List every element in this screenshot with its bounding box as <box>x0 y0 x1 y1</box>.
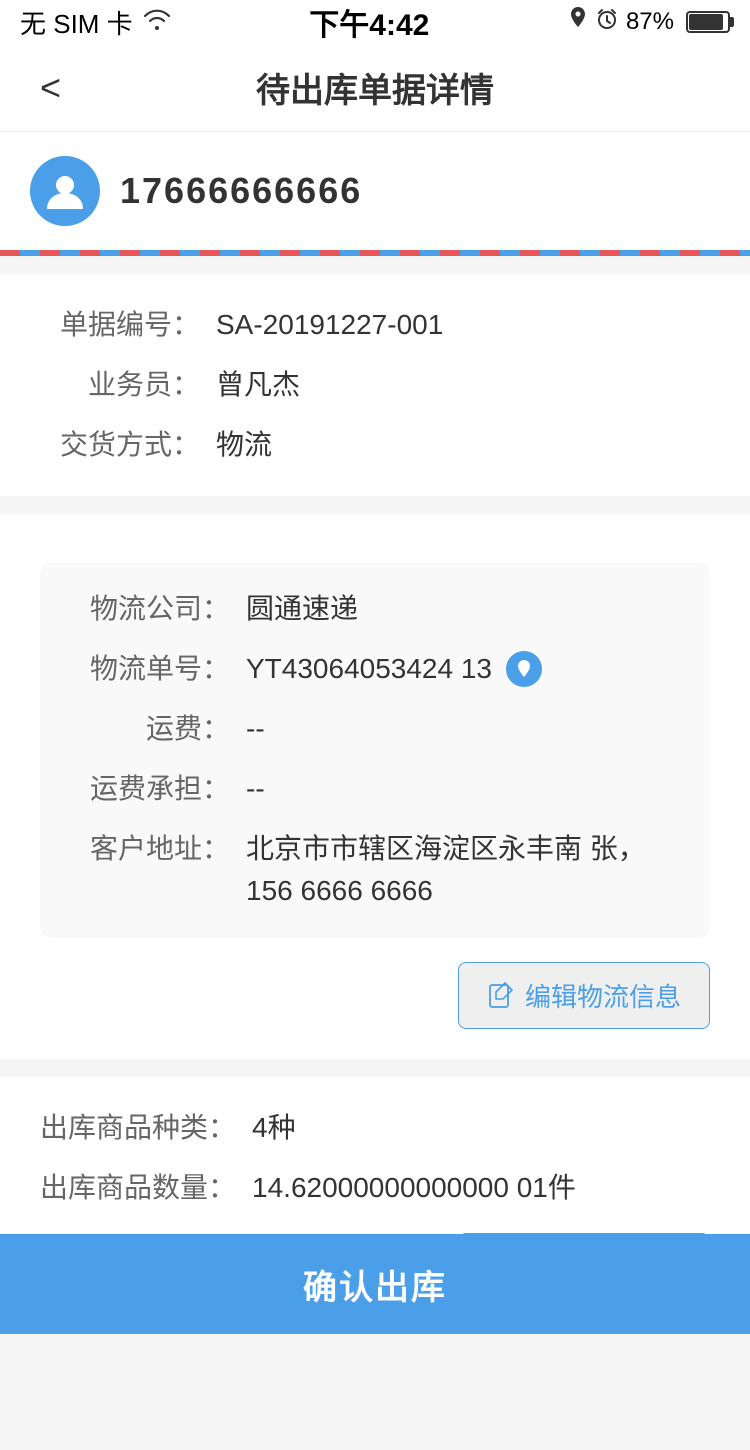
address-label: 客户地址： <box>70 828 230 870</box>
logistics-card: 物流公司： 圆通速递 物流单号： YT43064053424 13 运费： <box>40 562 710 938</box>
goods-type-label: 出库商品种类： <box>40 1107 236 1149</box>
status-right: 87% <box>568 7 730 38</box>
dashed-divider <box>0 250 750 256</box>
status-bar: 无 SIM 卡 下午4:42 87% <box>0 0 750 44</box>
goods-quantity-value: 14.62000000000000 01件 <box>252 1167 710 1209</box>
battery-percent: 87% <box>626 8 674 36</box>
sales-person-label: 业务员： <box>40 364 200 406</box>
freight-row: 运费： -- <box>70 708 680 750</box>
logistics-company-row: 物流公司： 圆通速递 <box>70 588 680 630</box>
confirm-button[interactable]: 确认出库 <box>303 1260 447 1309</box>
wifi-icon <box>143 8 171 37</box>
freight-bearer-value: -- <box>246 768 680 810</box>
address-row: 客户地址： 北京市市辖区海淀区永丰南 张，156 6666 6666 <box>70 828 680 912</box>
location-status-icon <box>568 7 588 38</box>
freight-value: -- <box>246 708 680 750</box>
battery-icon <box>686 11 730 33</box>
user-phone: 17666666666 <box>120 170 362 212</box>
goods-quantity-row: 出库商品数量： 14.62000000000000 01件 <box>40 1167 710 1209</box>
time-display: 下午4:42 <box>309 0 429 44</box>
document-number-label: 单据编号： <box>40 304 200 346</box>
sales-person-value: 曾凡杰 <box>216 364 710 406</box>
edit-btn-row: 编辑物流信息 <box>40 962 710 1029</box>
tracking-location-icon[interactable] <box>506 651 542 687</box>
carrier-text: 无 SIM 卡 <box>20 4 133 41</box>
alarm-icon <box>596 8 618 37</box>
delivery-method-row: 交货方式： 物流 <box>40 424 710 466</box>
tracking-number-row: 物流单号： YT43064053424 13 <box>70 648 680 690</box>
address-value: 北京市市辖区海淀区永丰南 张，156 6666 6666 <box>246 828 680 912</box>
status-left: 无 SIM 卡 <box>20 4 171 41</box>
logistics-company-value: 圆通速递 <box>246 588 680 630</box>
avatar <box>30 156 100 226</box>
freight-label: 运费： <box>70 708 230 750</box>
freight-bearer-row: 运费承担： -- <box>70 768 680 810</box>
tracking-number-label: 物流单号： <box>70 648 230 690</box>
goods-type-value: 4种 <box>252 1107 710 1149</box>
logistics-section: 物流公司： 圆通速递 物流单号： YT43064053424 13 运费： <box>0 514 750 1059</box>
page-title: 待出库单据详情 <box>256 63 494 112</box>
delivery-method-value: 物流 <box>216 424 710 466</box>
freight-bearer-label: 运费承担： <box>70 768 230 810</box>
delivery-method-label: 交货方式： <box>40 424 200 466</box>
document-number-row: 单据编号： SA-20191227-001 <box>40 304 710 346</box>
tracking-number-value: YT43064053424 13 <box>246 648 680 690</box>
edit-logistics-button[interactable]: 编辑物流信息 <box>458 962 710 1029</box>
user-header: 17666666666 <box>0 132 750 250</box>
nav-bar: < 待出库单据详情 <box>0 44 750 132</box>
goods-type-row: 出库商品种类： 4种 <box>40 1107 710 1149</box>
back-button[interactable]: < <box>30 57 71 119</box>
basic-info-section: 单据编号： SA-20191227-001 业务员： 曾凡杰 交货方式： 物流 <box>0 274 750 496</box>
goods-quantity-label: 出库商品数量： <box>40 1167 236 1209</box>
bottom-bar: 确认出库 <box>0 1234 750 1334</box>
logistics-company-label: 物流公司： <box>70 588 230 630</box>
sales-person-row: 业务员： 曾凡杰 <box>40 364 710 406</box>
document-number-value: SA-20191227-001 <box>216 304 710 346</box>
